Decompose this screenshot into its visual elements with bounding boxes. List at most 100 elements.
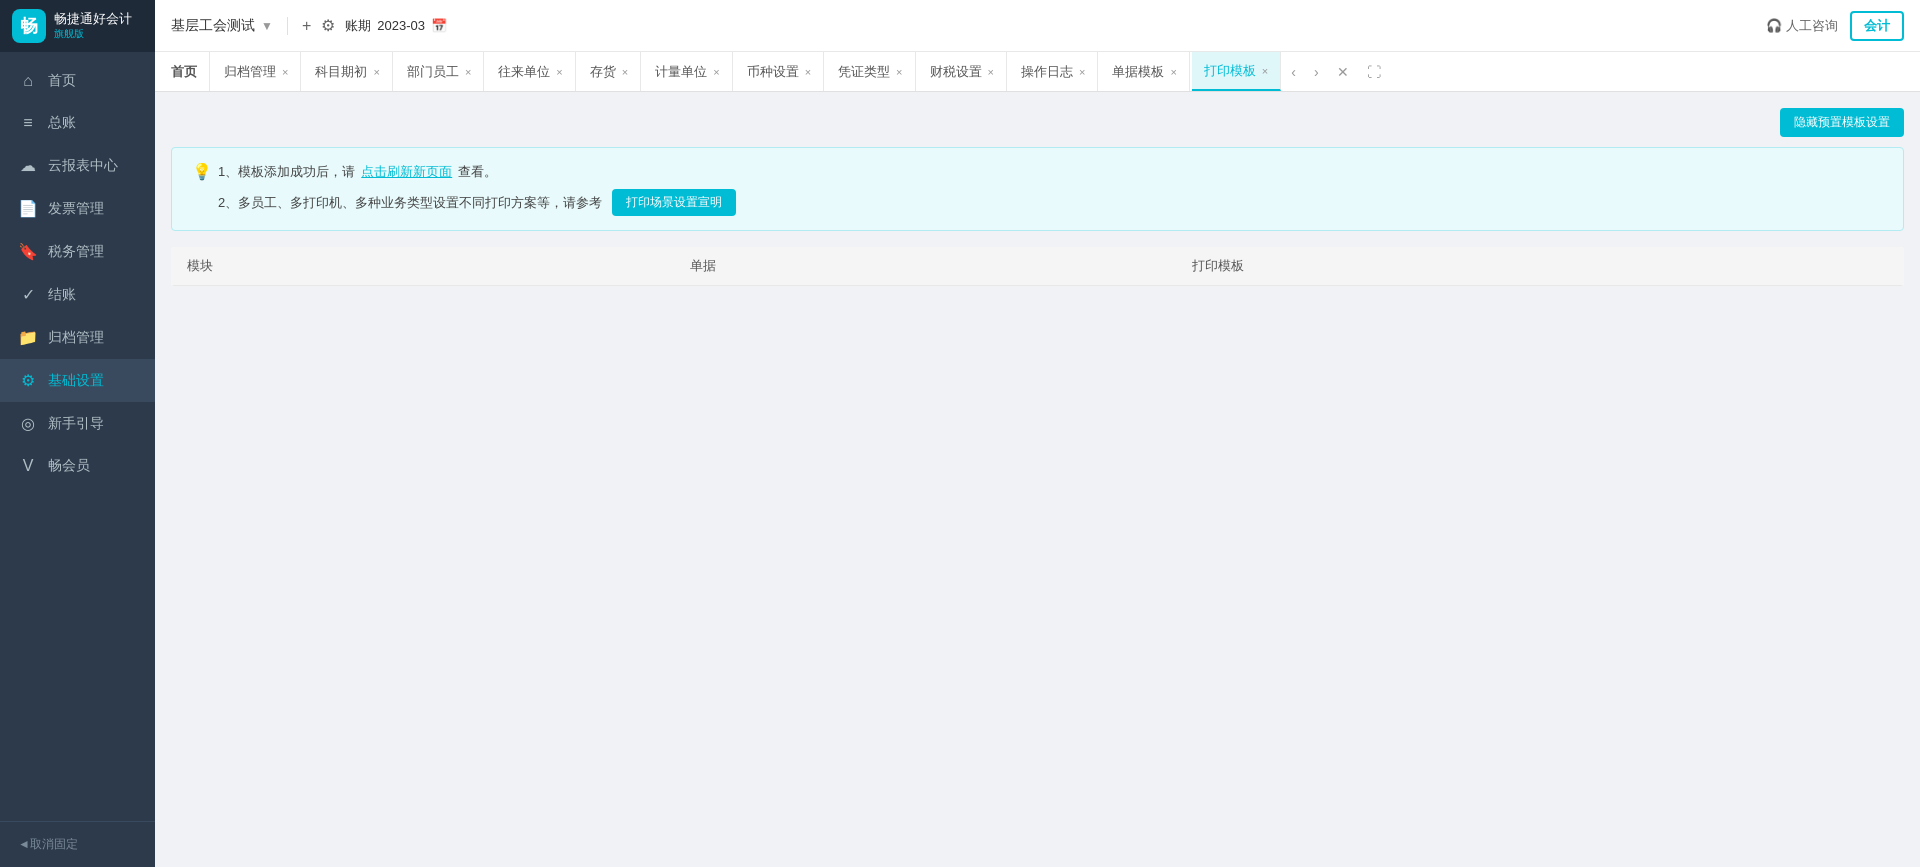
tab-label-tax-settings: 财税设置 <box>930 63 982 81</box>
tab-close-voucher-type[interactable]: × <box>896 66 902 78</box>
tab-voucher-type[interactable]: 凭证类型 × <box>826 52 915 91</box>
tab-subject-init[interactable]: 科目期初× <box>303 52 392 91</box>
company-settings-button[interactable]: ⚙ <box>321 16 335 35</box>
tab-print-template[interactable]: 打印模板× <box>1192 52 1281 91</box>
tab-currency[interactable]: 币种设置 × <box>735 52 824 91</box>
tab-close-all-button[interactable]: ✕ <box>1329 58 1357 86</box>
main-area: 基层工会测试 ▼ + ⚙ 账期 2023-03 📅 🎧 人工咨询 会计 首页归档… <box>155 0 1920 867</box>
tab-label-archive-mgmt: 归档管理 <box>224 63 276 81</box>
tab-inventory[interactable]: 存货 × <box>578 52 641 91</box>
col-print-template: 打印模板 <box>1176 247 1904 286</box>
nav-icon-home: ⌂ <box>18 72 38 90</box>
print-explain-button[interactable]: 打印场景设置宣明 <box>612 189 736 216</box>
tab-label-unit: 计量单位 <box>655 63 707 81</box>
tab-label-voucher-type: 凭证类型 <box>838 63 890 81</box>
bulb-icon: 💡 <box>192 162 212 181</box>
company-selector[interactable]: 基层工会测试 ▼ <box>171 17 273 35</box>
tab-label-department: 部门员工 <box>407 63 459 81</box>
hide-preview-button[interactable]: 隐藏预置模板设置 <box>1780 108 1904 137</box>
tab-label-currency: 币种设置 <box>747 63 799 81</box>
nav-label-reports: 云报表中心 <box>48 157 118 175</box>
sidebar: 畅 畅捷通好会计 旗舰版 ⌂首页≡总账☁云报表中心📄发票管理🔖税务管理✓结账📁归… <box>0 0 155 867</box>
refresh-link[interactable]: 点击刷新新页面 <box>361 163 452 181</box>
tab-close-print-template[interactable]: × <box>1262 65 1268 77</box>
period-label: 账期 <box>345 17 371 35</box>
table-header-row: 模块 单据 打印模板 <box>171 247 1904 286</box>
tab-close-op-log[interactable]: × <box>1079 66 1085 78</box>
period-display: 账期 2023-03 📅 <box>345 17 447 35</box>
tab-next-button[interactable]: › <box>1306 58 1327 86</box>
topbar-divider-1 <box>287 17 288 35</box>
table-header: 模块 单据 打印模板 <box>171 247 1904 286</box>
tab-op-log[interactable]: 操作日志× <box>1009 52 1098 91</box>
tab-close-tax-settings[interactable]: × <box>988 66 994 78</box>
info-line1-prefix: 1、模板添加成功后，请 <box>218 163 355 181</box>
col-voucher: 单据 <box>674 247 1177 286</box>
sidebar-item-reports[interactable]: ☁ 云报表中心 <box>0 144 155 187</box>
tab-close-supplier[interactable]: × <box>556 66 562 78</box>
sidebar-item-guide[interactable]: ◎ 新手引导 <box>0 402 155 445</box>
nav-icon-guide: ◎ <box>18 414 38 433</box>
sidebar-item-invoice[interactable]: 📄发票管理 <box>0 187 155 230</box>
info-row-2: 2、多员工、多打印机、多种业务类型设置不同打印方案等，请参考 打印场景设置宣明 <box>192 189 1883 216</box>
tab-prev-button[interactable]: ‹ <box>1283 58 1304 86</box>
col-module: 模块 <box>171 247 674 286</box>
info-line1-suffix: 查看。 <box>458 163 497 181</box>
tab-close-single-template[interactable]: × <box>1170 66 1176 78</box>
accountant-button[interactable]: 会计 <box>1850 11 1904 41</box>
tabbar: 首页归档管理×科目期初×部门员工×往来单位×存货×计量单位×币种设置×凭证类型×… <box>155 52 1920 92</box>
calendar-icon[interactable]: 📅 <box>431 18 447 33</box>
tab-department[interactable]: 部门员工 × <box>395 52 484 91</box>
action-bar: 隐藏预置模板设置 <box>171 108 1904 137</box>
topbar-right: 🎧 人工咨询 会计 <box>1766 11 1904 41</box>
company-dropdown-icon: ▼ <box>261 19 273 33</box>
nav-label-invoice: 发票管理 <box>48 200 104 218</box>
tab-archive-mgmt[interactable]: 归档管理 × <box>212 52 301 91</box>
nav-label-archive: 归档管理 <box>48 329 104 347</box>
tab-unit[interactable]: 计量单位 × <box>643 52 732 91</box>
nav-icon-checkout: ✓ <box>18 285 38 304</box>
tab-label-home: 首页 <box>171 63 197 81</box>
tab-tax-settings[interactable]: 财税设置 × <box>918 52 1007 91</box>
tab-home[interactable]: 首页 <box>159 52 210 91</box>
tab-label-inventory: 存货 <box>590 63 616 81</box>
print-template-table: 模块 单据 打印模板 <box>171 247 1904 286</box>
tab-label-supplier: 往来单位 <box>498 63 550 81</box>
sidebar-item-checkout[interactable]: ✓ 结账 <box>0 273 155 316</box>
tab-close-unit[interactable]: × <box>713 66 719 78</box>
service-button[interactable]: 🎧 人工咨询 <box>1766 17 1838 35</box>
nav-icon-ledger: ≡ <box>18 114 38 132</box>
sidebar-item-member[interactable]: V 畅会员 <box>0 445 155 487</box>
tab-close-archive-mgmt[interactable]: × <box>282 66 288 78</box>
service-label: 人工咨询 <box>1786 17 1838 35</box>
tab-expand-button[interactable]: ⛶ <box>1359 58 1389 86</box>
tab-close-department[interactable]: × <box>465 66 471 78</box>
add-company-button[interactable]: + <box>302 17 311 35</box>
nav-icon-reports: ☁ <box>18 156 38 175</box>
sidebar-item-tax[interactable]: 🔖税务管理 <box>0 230 155 273</box>
cancel-pin-button[interactable]: ◄取消固定 <box>0 821 155 867</box>
nav-label-checkout: 结账 <box>48 286 76 304</box>
info-line2-prefix: 2、多员工、多打印机、多种业务类型设置不同打印方案等，请参考 <box>218 194 602 212</box>
topbar: 基层工会测试 ▼ + ⚙ 账期 2023-03 📅 🎧 人工咨询 会计 <box>155 0 1920 52</box>
nav-label-tax: 税务管理 <box>48 243 104 261</box>
logo-name: 畅捷通好会计 <box>54 11 132 28</box>
tab-label-single-template: 单据模板 <box>1112 63 1164 81</box>
tab-supplier[interactable]: 往来单位 × <box>486 52 575 91</box>
tab-close-subject-init[interactable]: × <box>373 66 379 78</box>
tab-single-template[interactable]: 单据模板 × <box>1100 52 1189 91</box>
sidebar-item-archive[interactable]: 📁 归档管理 <box>0 316 155 359</box>
tab-close-currency[interactable]: × <box>805 66 811 78</box>
nav-label-member: 畅会员 <box>48 457 90 475</box>
info-box: 💡 1、模板添加成功后，请 点击刷新新页面 查看。 2、多员工、多打印机、多种业… <box>171 147 1904 231</box>
tab-close-inventory[interactable]: × <box>622 66 628 78</box>
logo-sub: 旗舰版 <box>54 27 132 41</box>
nav-icon-archive: 📁 <box>18 328 38 347</box>
nav-label-ledger: 总账 <box>48 114 76 132</box>
sidebar-item-settings[interactable]: ⚙基础设置 <box>0 359 155 402</box>
sidebar-item-ledger[interactable]: ≡ 总账 <box>0 102 155 144</box>
period-value: 2023-03 <box>377 18 425 33</box>
nav-label-guide: 新手引导 <box>48 415 104 433</box>
sidebar-item-home[interactable]: ⌂首页 <box>0 60 155 102</box>
nav-icon-member: V <box>18 457 38 475</box>
